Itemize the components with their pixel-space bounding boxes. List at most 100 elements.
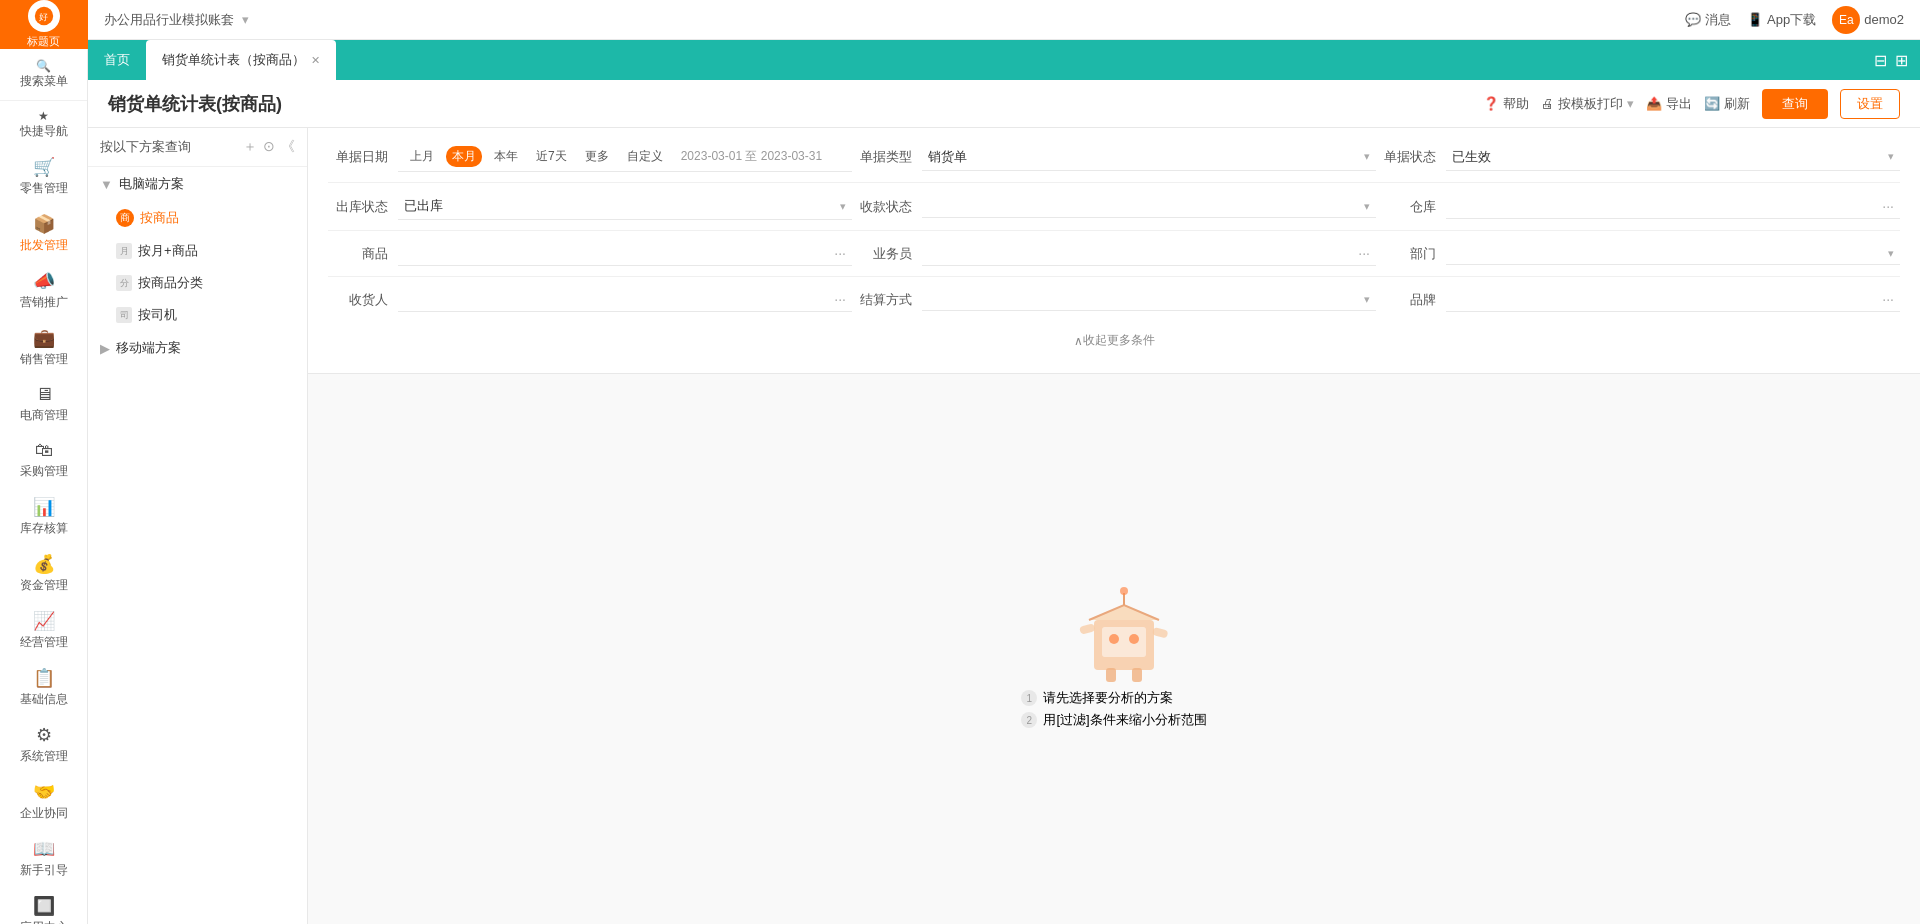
sidebar-item-inventory[interactable]: 📊 库存核算 <box>0 488 87 545</box>
step-num-1: 1 <box>1021 690 1037 706</box>
window-minimize-icon[interactable]: ⊟ <box>1874 51 1887 70</box>
warehouse-dots[interactable]: ··· <box>1882 198 1894 214</box>
topbar-dropdown-arrow[interactable]: ▾ <box>242 12 249 27</box>
tree-item-by-month-goods[interactable]: 月 按月+商品 <box>88 235 307 267</box>
wholesale-icon: 📦 <box>33 213 55 235</box>
date-tab-this-month[interactable]: 本月 <box>446 146 482 167</box>
topbar: 办公用品行业模拟账套 ▾ 💬 消息 📱 App下载 Ea demo2 <box>88 0 1920 40</box>
sidebar-item-system[interactable]: ⚙ 系统管理 <box>0 716 87 773</box>
brand-label: 品牌 <box>1376 291 1446 309</box>
dept-arrow[interactable]: ▾ <box>1888 247 1894 260</box>
sidebar-item-purchase[interactable]: 🛍 采购管理 <box>0 432 87 488</box>
print-button[interactable]: 🖨 按模板打印 ▾ <box>1541 95 1634 113</box>
goods-cell: 商品 ··· <box>328 241 852 266</box>
edit-scheme-icon[interactable]: ⊙ <box>263 138 275 156</box>
main-content: 办公用品行业模拟账套 ▾ 💬 消息 📱 App下载 Ea demo2 首页 <box>88 0 1920 924</box>
sidebar-corp-label: 企业协同 <box>20 805 68 822</box>
staff-dots[interactable]: ··· <box>1358 245 1370 261</box>
add-scheme-icon[interactable]: ＋ <box>243 138 257 156</box>
tree-section-mobile[interactable]: ▶ 移动端方案 <box>88 331 307 365</box>
logo-icon: 好 <box>28 0 60 32</box>
sidebar-item-appcenter[interactable]: 🔲 应用中心 <box>0 887 87 924</box>
warehouse-cell: 仓库 ··· <box>1376 193 1900 220</box>
type-arrow[interactable]: ▾ <box>1364 150 1370 163</box>
avatar-text: Ea <box>1839 13 1854 27</box>
sidebar-item-corp[interactable]: 🤝 企业协同 <box>0 773 87 830</box>
tab-close-icon[interactable]: ✕ <box>311 54 320 67</box>
tab-home[interactable]: 首页 <box>88 40 146 80</box>
tree-expand-icon: ▼ <box>100 177 113 192</box>
export-button[interactable]: 📤 导出 <box>1646 95 1692 113</box>
tree-mobile-expand-icon: ▶ <box>100 341 110 356</box>
tree-item-by-goods[interactable]: 商 按商品 <box>88 201 307 235</box>
message-button[interactable]: 💬 消息 <box>1685 11 1731 29</box>
app-download-label: App下载 <box>1767 11 1816 29</box>
tab-sales-stat[interactable]: 销货单统计表（按商品） ✕ <box>146 40 336 80</box>
dept-label: 部门 <box>1376 245 1446 263</box>
app-icon: 📱 <box>1747 12 1763 27</box>
sidebar-marketing-label: 营销推广 <box>20 294 68 311</box>
recipient-dots[interactable]: ··· <box>834 291 846 307</box>
svg-point-4 <box>1109 634 1119 644</box>
out-status-label: 出库状态 <box>328 198 398 216</box>
sidebar: 好 标题页 🔍 搜索菜单 ★ 快捷导航 🛒 零售管理 📦 批发管理 📣 营销推广… <box>0 0 88 924</box>
receive-status-arrow[interactable]: ▾ <box>1364 200 1370 213</box>
payment-arrow[interactable]: ▾ <box>1364 293 1370 306</box>
date-tab-custom[interactable]: 自定义 <box>621 146 669 167</box>
industry-label: 办公用品行业模拟账套 <box>104 11 234 29</box>
sidebar-item-marketing[interactable]: 📣 营销推广 <box>0 262 87 319</box>
date-tab-7days[interactable]: 近7天 <box>530 146 573 167</box>
tab-sales-stat-label: 销货单统计表（按商品） <box>162 51 305 69</box>
sidebar-item-retail[interactable]: 🛒 零售管理 <box>0 148 87 205</box>
date-label: 单据日期 <box>328 148 398 166</box>
page-title: 销货单统计表(按商品) <box>108 92 282 116</box>
help-button[interactable]: ❓ 帮助 <box>1483 95 1529 113</box>
date-tab-this-year[interactable]: 本年 <box>488 146 524 167</box>
sidebar-finance-label: 资金管理 <box>20 577 68 594</box>
ecommerce-icon: 🖥 <box>35 384 53 405</box>
by-goods-label: 按商品 <box>140 209 179 227</box>
user-menu[interactable]: Ea demo2 <box>1832 6 1904 34</box>
goods-dots[interactable]: ··· <box>834 245 846 261</box>
sidebar-item-search[interactable]: 🔍 搜索菜单 <box>0 49 87 101</box>
sidebar-item-ecommerce[interactable]: 🖥 电商管理 <box>0 376 87 432</box>
page-actions: ❓ 帮助 🖨 按模板打印 ▾ 📤 导出 🔄 刷新 查询 设置 <box>1483 89 1900 119</box>
by-goods-icon: 商 <box>116 209 134 227</box>
left-panel-header: 按以下方案查询 ＋ ⊙ 《 <box>88 128 307 167</box>
collapse-more-button[interactable]: ∧ 收起更多条件 <box>328 322 1900 359</box>
sidebar-item-sales[interactable]: 💼 销售管理 <box>0 319 87 376</box>
sidebar-quicknav-label: 快捷导航 <box>20 123 68 140</box>
sidebar-item-basic[interactable]: 📋 基础信息 <box>0 659 87 716</box>
sidebar-item-operation[interactable]: 📈 经营管理 <box>0 602 87 659</box>
page-header: 销货单统计表(按商品) ❓ 帮助 🖨 按模板打印 ▾ 📤 导出 🔄 刷新 查询 … <box>88 80 1920 128</box>
tree-section-desktop[interactable]: ▼ 电脑端方案 <box>88 167 307 201</box>
window-maximize-icon[interactable]: ⊞ <box>1895 51 1908 70</box>
status-arrow[interactable]: ▾ <box>1888 150 1894 163</box>
settings-button[interactable]: 设置 <box>1840 89 1900 119</box>
tree-item-by-driver[interactable]: 司 按司机 <box>88 299 307 331</box>
app-download-button[interactable]: 📱 App下载 <box>1747 11 1816 29</box>
date-tab-more[interactable]: 更多 <box>579 146 615 167</box>
user-avatar: Ea <box>1832 6 1860 34</box>
empty-illustration <box>1064 565 1164 665</box>
date-tab-prev-month[interactable]: 上月 <box>404 146 440 167</box>
out-status-arrow[interactable]: ▾ <box>840 200 846 213</box>
brand-dots[interactable]: ··· <box>1882 291 1894 307</box>
by-driver-label: 按司机 <box>138 306 177 324</box>
collapse-more-label: 收起更多条件 <box>1083 332 1155 349</box>
sidebar-item-wholesale[interactable]: 📦 批发管理 <box>0 205 87 262</box>
sidebar-appcenter-label: 应用中心 <box>20 919 68 924</box>
left-panel-icons: ＋ ⊙ 《 <box>243 138 295 156</box>
sidebar-item-finance[interactable]: 💰 资金管理 <box>0 545 87 602</box>
receive-status-cell: 收款状态 ▾ <box>852 193 1376 220</box>
by-driver-icon: 司 <box>116 307 132 323</box>
sidebar-item-guide[interactable]: 📖 新手引导 <box>0 830 87 887</box>
goods-label: 商品 <box>328 245 398 263</box>
query-button[interactable]: 查询 <box>1762 89 1828 119</box>
collapse-panel-icon[interactable]: 《 <box>281 138 295 156</box>
sidebar-item-quicknav[interactable]: ★ 快捷导航 <box>0 101 87 148</box>
refresh-button[interactable]: 🔄 刷新 <box>1704 95 1750 113</box>
export-icon: 📤 <box>1646 96 1662 111</box>
date-tabs: 上月 本月 本年 近7天 更多 自定义 <box>404 146 669 167</box>
tree-item-by-category[interactable]: 分 按商品分类 <box>88 267 307 299</box>
